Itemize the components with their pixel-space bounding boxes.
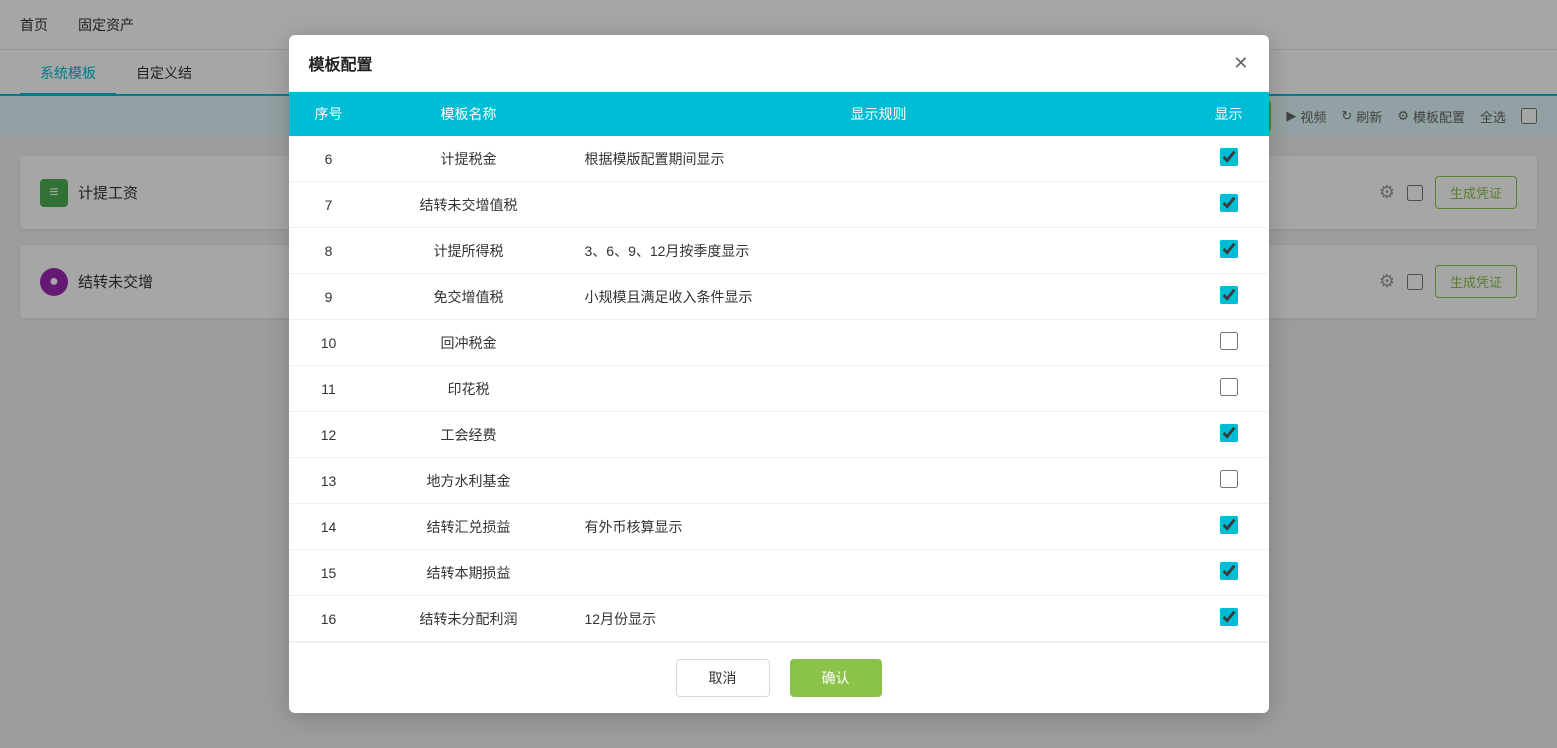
modal-header: 模板配置 ✕ [289, 35, 1269, 92]
cell-name: 结转未分配利润 [369, 596, 569, 642]
table-row: 7结转未交增值税 [289, 182, 1269, 228]
table-container[interactable]: 序号 模板名称 显示规则 显示 6计提税金根据模版配置期间显示7结转未交增值税8… [289, 92, 1269, 642]
row-checkbox[interactable] [1220, 562, 1238, 580]
cell-name: 免交增值税 [369, 274, 569, 320]
modal-body: 序号 模板名称 显示规则 显示 6计提税金根据模版配置期间显示7结转未交增值税8… [289, 92, 1269, 642]
cell-name: 地方水利基金 [369, 458, 569, 504]
cell-checkbox [1189, 596, 1269, 642]
col-header-name: 模板名称 [369, 92, 569, 136]
table-row: 13地方水利基金 [289, 458, 1269, 504]
cell-checkbox [1189, 366, 1269, 412]
cell-name: 结转汇兑损益 [369, 504, 569, 550]
cell-id: 13 [289, 458, 369, 504]
table-row: 11印花税 [289, 366, 1269, 412]
cell-checkbox [1189, 136, 1269, 182]
cell-name: 回冲税金 [369, 320, 569, 366]
col-header-id: 序号 [289, 92, 369, 136]
row-checkbox[interactable] [1220, 424, 1238, 442]
table-row: 9免交增值税小规模且满足收入条件显示 [289, 274, 1269, 320]
modal-title: 模板配置 [309, 51, 373, 75]
cell-rule: 3、6、9、12月按季度显示 [569, 228, 1189, 274]
cell-id: 15 [289, 550, 369, 596]
cell-id: 8 [289, 228, 369, 274]
table-body: 6计提税金根据模版配置期间显示7结转未交增值税8计提所得税3、6、9、12月按季… [289, 136, 1269, 642]
cell-id: 14 [289, 504, 369, 550]
cell-checkbox [1189, 182, 1269, 228]
cell-rule: 有外币核算显示 [569, 504, 1189, 550]
row-checkbox[interactable] [1220, 516, 1238, 534]
cell-name: 结转未交增值税 [369, 182, 569, 228]
modal-footer: 取消 确认 [289, 642, 1269, 713]
cell-rule: 12月份显示 [569, 596, 1189, 642]
modal-overlay: 模板配置 ✕ 序号 模板名称 显示规则 显示 6计提税金根据模版配置期间显 [0, 0, 1557, 748]
col-header-display: 显示 [1189, 92, 1269, 136]
cell-rule [569, 320, 1189, 366]
table-row: 10回冲税金 [289, 320, 1269, 366]
row-checkbox[interactable] [1220, 608, 1238, 626]
table-row: 14结转汇兑损益有外币核算显示 [289, 504, 1269, 550]
row-checkbox[interactable] [1220, 332, 1238, 350]
table-header-row: 序号 模板名称 显示规则 显示 [289, 92, 1269, 136]
col-header-rule: 显示规则 [569, 92, 1189, 136]
cell-checkbox [1189, 228, 1269, 274]
row-checkbox[interactable] [1220, 194, 1238, 212]
cell-rule [569, 182, 1189, 228]
cell-id: 6 [289, 136, 369, 182]
cell-name: 工会经费 [369, 412, 569, 458]
cell-rule: 小规模且满足收入条件显示 [569, 274, 1189, 320]
confirm-button[interactable]: 确认 [790, 659, 882, 697]
row-checkbox[interactable] [1220, 378, 1238, 396]
cell-rule: 根据模版配置期间显示 [569, 136, 1189, 182]
cell-checkbox [1189, 504, 1269, 550]
cell-id: 12 [289, 412, 369, 458]
cancel-button[interactable]: 取消 [676, 659, 770, 697]
config-table: 序号 模板名称 显示规则 显示 6计提税金根据模版配置期间显示7结转未交增值税8… [289, 92, 1269, 642]
cell-id: 16 [289, 596, 369, 642]
cell-id: 9 [289, 274, 369, 320]
table-row: 16结转未分配利润12月份显示 [289, 596, 1269, 642]
cell-checkbox [1189, 274, 1269, 320]
row-checkbox[interactable] [1220, 286, 1238, 304]
cell-name: 印花税 [369, 366, 569, 412]
row-checkbox[interactable] [1220, 148, 1238, 166]
table-row: 15结转本期损益 [289, 550, 1269, 596]
template-config-modal: 模板配置 ✕ 序号 模板名称 显示规则 显示 6计提税金根据模版配置期间显 [289, 35, 1269, 713]
cell-rule [569, 366, 1189, 412]
cell-id: 7 [289, 182, 369, 228]
table-row: 8计提所得税3、6、9、12月按季度显示 [289, 228, 1269, 274]
cell-rule [569, 458, 1189, 504]
cell-id: 11 [289, 366, 369, 412]
cell-checkbox [1189, 550, 1269, 596]
modal-close-button[interactable]: ✕ [1233, 54, 1248, 72]
row-checkbox[interactable] [1220, 240, 1238, 258]
cell-id: 10 [289, 320, 369, 366]
row-checkbox[interactable] [1220, 470, 1238, 488]
cell-name: 计提税金 [369, 136, 569, 182]
cell-checkbox [1189, 412, 1269, 458]
table-row: 6计提税金根据模版配置期间显示 [289, 136, 1269, 182]
cell-checkbox [1189, 320, 1269, 366]
cell-rule [569, 550, 1189, 596]
cell-checkbox [1189, 458, 1269, 504]
cell-name: 结转本期损益 [369, 550, 569, 596]
cell-name: 计提所得税 [369, 228, 569, 274]
table-row: 12工会经费 [289, 412, 1269, 458]
cell-rule [569, 412, 1189, 458]
